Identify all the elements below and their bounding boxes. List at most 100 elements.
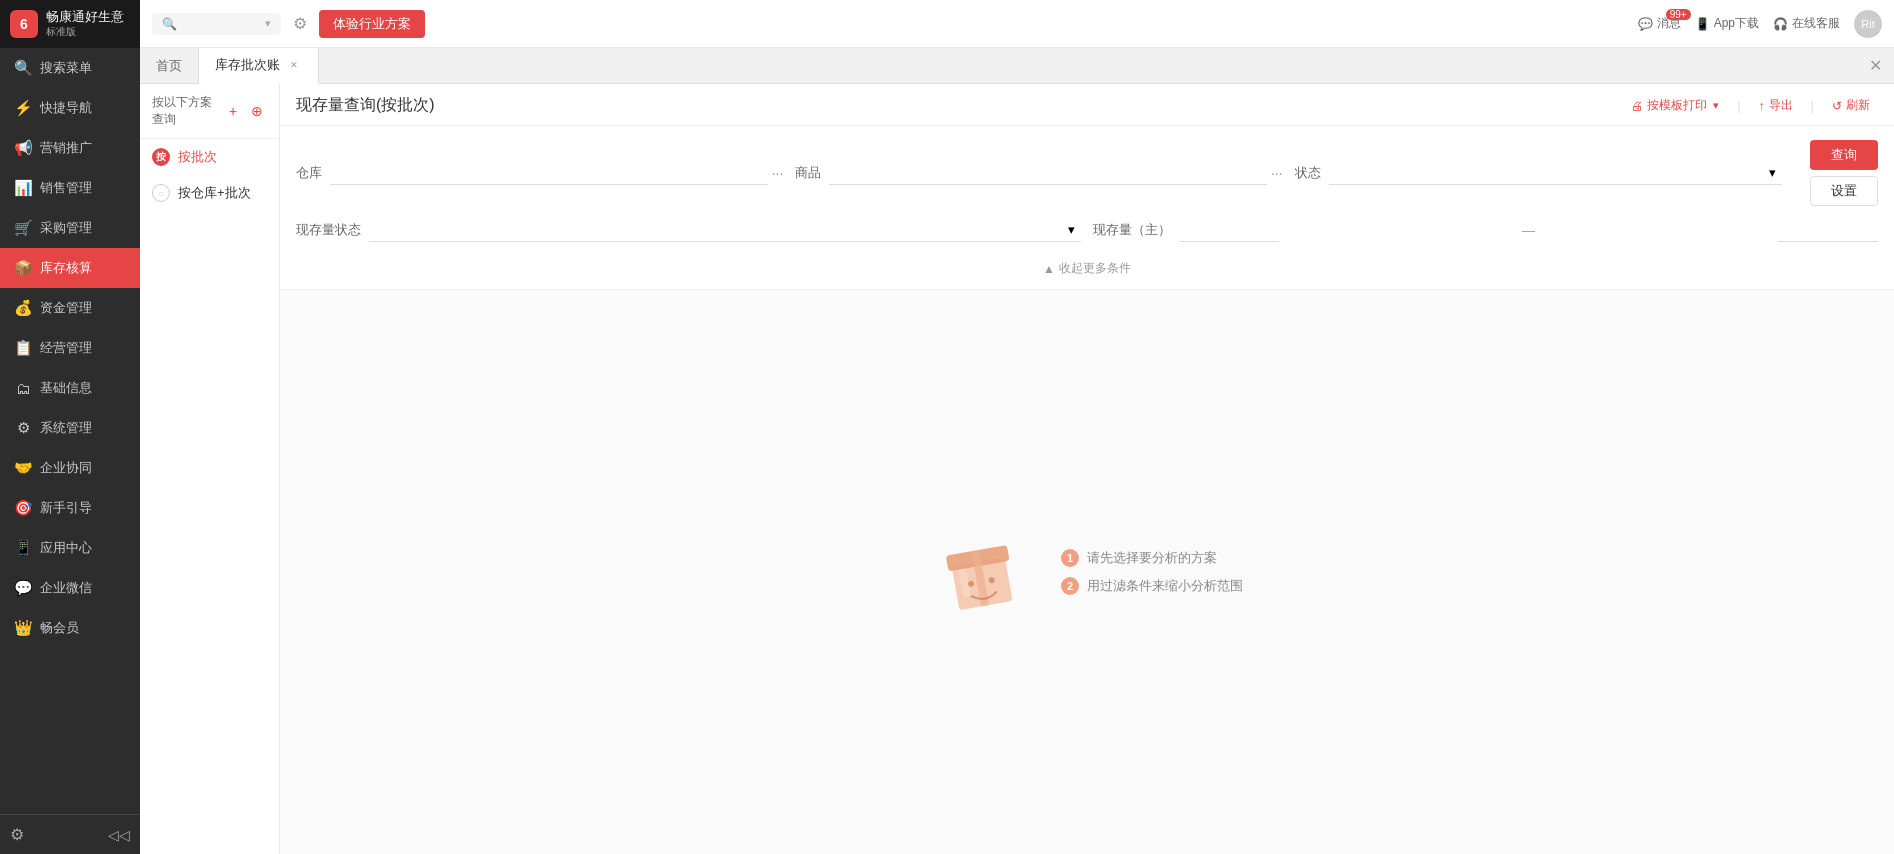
sidebar-item-label: 资金管理 <box>40 299 92 317</box>
product-input[interactable] <box>829 161 1267 185</box>
sidebar-item-label: 销售管理 <box>40 179 92 197</box>
sidebar-item-operation[interactable]: 📋 经营管理 <box>0 328 140 368</box>
filter-action-btns: 查询 设置 <box>1794 140 1878 206</box>
sidebar-item-purchase[interactable]: 🛒 采购管理 <box>0 208 140 248</box>
filter-area: 仓库 ··· 商品 ··· 状态 ▾ <box>280 126 1894 290</box>
inventory-status-label: 现存量状态 <box>296 221 361 239</box>
add-scheme-btn[interactable]: + <box>223 101 243 121</box>
scheme-warehouse-icon: ○ <box>152 184 170 202</box>
inventory-qty-label: 现存量（主） <box>1093 221 1171 239</box>
inventory-qty-dash: — <box>1279 223 1778 238</box>
print-btn[interactable]: 🖨 按模板打印 ▾ <box>1623 94 1727 117</box>
topbar-dropdown-icon[interactable]: ▾ <box>265 17 271 30</box>
empty-step-2: 2 用过滤条件来缩小分析范围 <box>1061 577 1243 595</box>
sidebar-item-newguide[interactable]: 🎯 新手引导 <box>0 488 140 528</box>
inventory-qty-to[interactable] <box>1778 218 1878 242</box>
app-title: 畅康通好生意 <box>46 9 124 25</box>
filter-schemes-panel: 按以下方案查询 + ⊕ 按 按批次 ○ 按仓库+批次 《 <box>140 84 280 854</box>
collapse-sidebar-btn[interactable]: ◁◁ <box>108 827 130 843</box>
inventory-icon: 📦 <box>14 259 32 277</box>
global-close-btn[interactable]: ✕ <box>1857 56 1894 75</box>
sidebar-item-finance[interactable]: 💰 资金管理 <box>0 288 140 328</box>
tab-home-label: 首页 <box>156 57 182 75</box>
sidebar-item-system[interactable]: ⚙ 系统管理 <box>0 408 140 448</box>
app-logo: 6 <box>10 10 38 38</box>
headset-icon: 🎧 <box>1773 17 1788 31</box>
product-dots[interactable]: ··· <box>1271 165 1283 181</box>
topbar-settings-icon[interactable]: ⚙ <box>289 14 311 33</box>
message-btn[interactable]: 💬 消息 99+ <box>1638 15 1681 32</box>
filter-row-1: 仓库 ··· 商品 ··· 状态 ▾ <box>296 140 1878 206</box>
sidebar-item-wechat[interactable]: 💬 企业微信 <box>0 568 140 608</box>
sidebar-item-marketing[interactable]: 📢 营销推广 <box>0 128 140 168</box>
settings-bottom-icon[interactable]: ⚙ <box>10 825 24 844</box>
collapse-left-panel-btn[interactable]: 《 <box>279 451 280 487</box>
apps-icon: 📱 <box>14 539 32 557</box>
status-label: 状态 <box>1295 164 1321 182</box>
sidebar-item-apps[interactable]: 📱 应用中心 <box>0 528 140 568</box>
topbar-search-input[interactable] <box>181 17 261 31</box>
sidebar-item-enterprise[interactable]: 🤝 企业协同 <box>0 448 140 488</box>
sidebar-item-inventory[interactable]: 📦 库存核算 <box>0 248 140 288</box>
empty-box-svg <box>936 527 1026 617</box>
sidebar-item-basic[interactable]: 🗂 基础信息 <box>0 368 140 408</box>
sidebar-item-label: 基础信息 <box>40 379 92 397</box>
sidebar-item-label: 营销推广 <box>40 139 92 157</box>
online-service-btn[interactable]: 🎧 在线客服 <box>1773 15 1840 32</box>
sidebar-item-label: 应用中心 <box>40 539 92 557</box>
scheme-item-batch[interactable]: 按 按批次 <box>140 139 279 175</box>
export-btn[interactable]: ↑ 导出 <box>1751 94 1801 117</box>
collapse-label: 收起更多条件 <box>1059 260 1131 277</box>
scheme-actions: + ⊕ <box>223 101 267 121</box>
sidebar-item-search[interactable]: 🔍 搜索菜单 <box>0 48 140 88</box>
scheme-batch-icon: 按 <box>152 148 170 166</box>
app-download-btn[interactable]: 📱 App下载 <box>1695 15 1759 32</box>
sidebar-item-label: 系统管理 <box>40 419 92 437</box>
tab-close-btn[interactable]: × <box>286 57 302 73</box>
experience-btn[interactable]: 体验行业方案 <box>319 10 425 38</box>
sidebar-item-quicknav[interactable]: ⚡ 快捷导航 <box>0 88 140 128</box>
scheme-warehouse-label: 按仓库+批次 <box>178 184 251 202</box>
status-chevron: ▾ <box>1769 165 1776 180</box>
settings-scheme-btn[interactable]: ⊕ <box>247 101 267 121</box>
status-select[interactable]: ▾ <box>1329 161 1782 185</box>
newguide-icon: 🎯 <box>14 499 32 517</box>
system-icon: ⚙ <box>14 419 32 437</box>
collapse-more-conditions-btn[interactable]: ▲ 收起更多条件 <box>296 254 1878 279</box>
print-dropdown-icon[interactable]: ▾ <box>1713 99 1719 112</box>
refresh-icon: ↺ <box>1832 99 1842 113</box>
inventory-status-field: 现存量状态 ▾ <box>296 218 1081 242</box>
tab-inventory-batch[interactable]: 库存批次账 × <box>199 48 319 84</box>
warehouse-field: 仓库 ··· <box>296 161 783 185</box>
settings-btn[interactable]: 设置 <box>1810 176 1878 206</box>
query-btn[interactable]: 查询 <box>1810 140 1878 170</box>
search-icon: 🔍 <box>14 59 32 77</box>
tabbar: 首页 库存批次账 × ✕ <box>140 48 1894 84</box>
filter-row-2: 现存量状态 ▾ 现存量（主） — <box>296 218 1878 242</box>
warehouse-label: 仓库 <box>296 164 322 182</box>
sidebar-item-member[interactable]: 👑 畅会员 <box>0 608 140 648</box>
sidebar-item-label: 搜索菜单 <box>40 59 92 77</box>
scheme-item-warehouse-batch[interactable]: ○ 按仓库+批次 <box>140 175 279 211</box>
sidebar-scroll: 🔍 搜索菜单 ⚡ 快捷导航 📢 营销推广 📊 销售管理 🛒 采购管理 📦 库存核… <box>0 48 140 814</box>
right-content: 现存量查询(按批次) 🖨 按模板打印 ▾ | ↑ 导出 | ↺ <box>280 84 1894 854</box>
refresh-btn[interactable]: ↺ 刷新 <box>1824 94 1878 117</box>
topbar-search[interactable]: 🔍 ▾ <box>152 13 281 35</box>
finance-icon: 💰 <box>14 299 32 317</box>
warehouse-input[interactable] <box>330 161 768 185</box>
inventory-status-select[interactable]: ▾ <box>369 218 1081 242</box>
sidebar-item-sales[interactable]: 📊 销售管理 <box>0 168 140 208</box>
topbar-search-icon: 🔍 <box>162 17 177 31</box>
empty-icon <box>931 522 1031 622</box>
tab-home[interactable]: 首页 <box>140 48 199 84</box>
collapse-up-icon: ▲ <box>1043 262 1055 276</box>
purchase-icon: 🛒 <box>14 219 32 237</box>
warehouse-dots[interactable]: ··· <box>772 165 784 181</box>
page-title: 现存量查询(按批次) <box>296 95 435 116</box>
inventory-qty-from[interactable] <box>1179 218 1279 242</box>
basic-icon: 🗂 <box>14 379 32 397</box>
user-menu-btn[interactable]: Rit <box>1854 10 1882 38</box>
enterprise-icon: 🤝 <box>14 459 32 477</box>
print-icon: 🖨 <box>1631 99 1643 113</box>
scheme-batch-label: 按批次 <box>178 148 217 166</box>
